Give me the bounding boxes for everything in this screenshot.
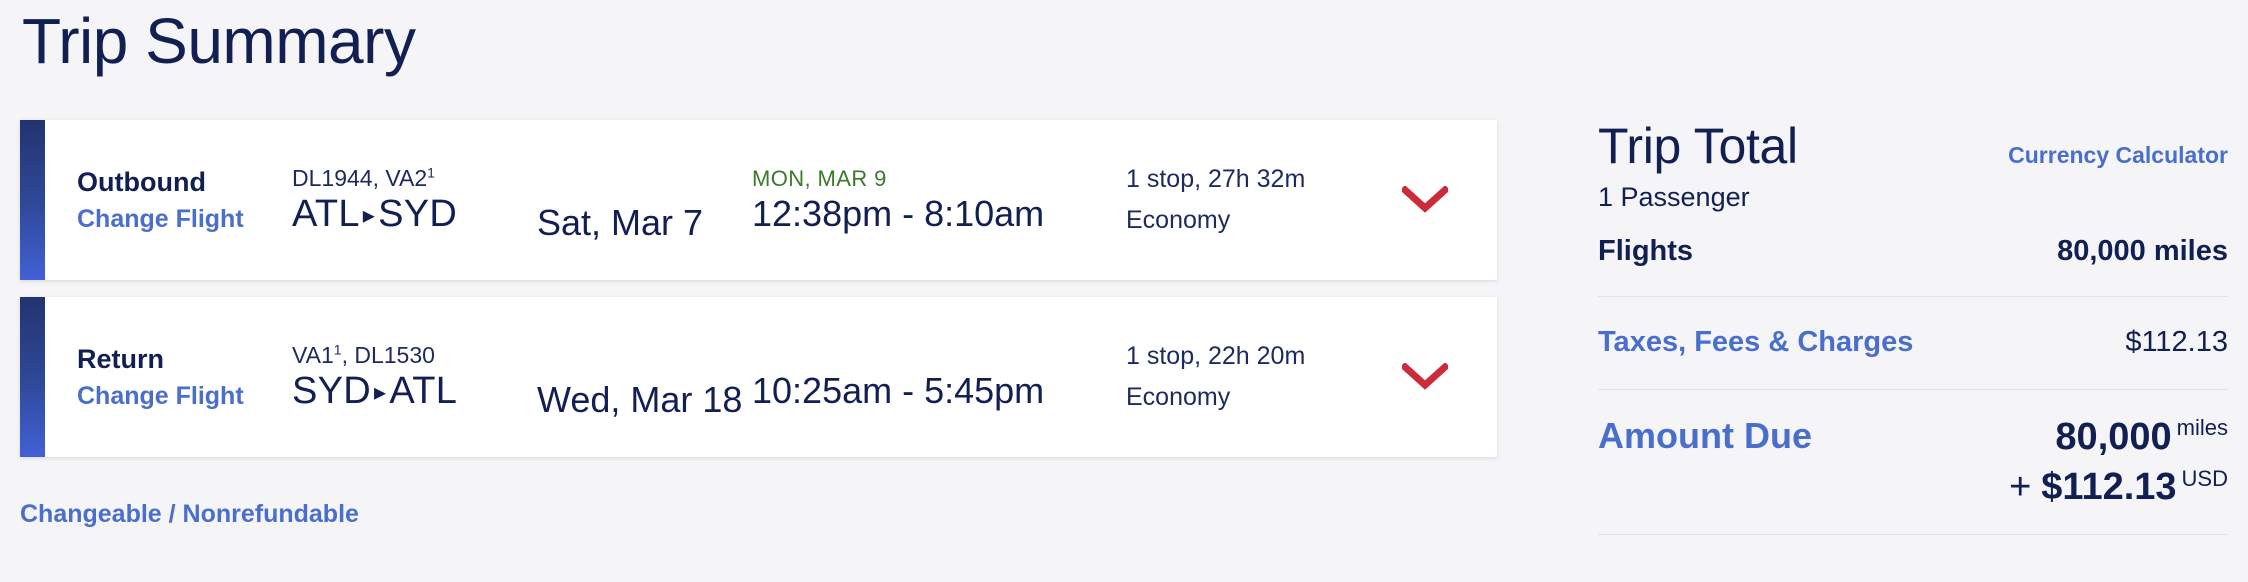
stops-column: 1 stop, 27h 32m Economy xyxy=(1102,167,1402,233)
times-column: MON, MAR 9 12:38pm - 8:10am xyxy=(752,165,1102,234)
flight-numbers-footnote: 1 xyxy=(333,341,342,358)
amount-due-plus-sign: + xyxy=(2009,466,2032,509)
flight-numbers: DL1944, VA21 xyxy=(292,165,537,191)
cabin-class: Economy xyxy=(1126,383,1231,411)
depart-date-column: Wed, Mar 18 xyxy=(537,333,752,421)
expand-details-button[interactable] xyxy=(1402,363,1508,391)
arrival-day-label: MON, MAR 9 xyxy=(752,165,887,191)
origin-airport: SYD xyxy=(292,370,372,413)
flight-numbers-tail: , DL1530 xyxy=(341,341,435,368)
depart-date-column: Sat, Mar 7 xyxy=(537,156,752,244)
flight-direction-label: Return xyxy=(77,343,164,374)
depart-date: Sat, Mar 7 xyxy=(537,202,704,244)
destination-airport: ATL xyxy=(389,370,458,413)
stops-duration: 1 stop, 22h 20m xyxy=(1126,342,1306,370)
direction-column: Return Change Flight xyxy=(77,343,292,409)
stops-duration: 1 stop, 27h 32m xyxy=(1126,165,1306,193)
taxes-row: Taxes, Fees & Charges $112.13 xyxy=(1598,326,2228,359)
trip-total-panel: Trip Total Currency Calculator 1 Passeng… xyxy=(1598,120,2228,535)
flight-numbers-main: VA1 xyxy=(292,341,334,368)
amount-due-cash-unit: USD xyxy=(2181,465,2228,491)
amount-due-miles-unit: miles xyxy=(2176,414,2228,440)
flight-card-return[interactable]: Return Change Flight VA11, DL1530 SYD ▸AT… xyxy=(20,297,1497,457)
taxes-fees-link[interactable]: Taxes, Fees & Charges xyxy=(1598,326,1913,359)
card-accent-bar xyxy=(20,120,45,280)
flight-card-body: Return Change Flight VA11, DL1530 SYD ▸AT… xyxy=(45,297,1508,457)
flight-times: 10:25am - 5:45pm xyxy=(752,369,1045,411)
flight-numbers-footnote: 1 xyxy=(427,164,435,181)
flight-card-outbound[interactable]: Outbound Change Flight DL1944, VA21 ATL ▸… xyxy=(20,120,1497,280)
flight-direction-label: Outbound xyxy=(77,166,206,197)
flights-total-row: Flights 80,000 miles xyxy=(1598,235,2228,268)
flight-card-body: Outbound Change Flight DL1944, VA21 ATL ▸… xyxy=(45,120,1508,280)
origin-airport: ATL xyxy=(292,193,360,236)
change-flight-link[interactable]: Change Flight xyxy=(77,206,292,232)
depart-date: Wed, Mar 18 xyxy=(537,379,743,421)
destination-airport: SYD xyxy=(378,193,458,236)
times-column: 10:25am - 5:45pm xyxy=(752,345,1102,410)
amount-due-cash: + $112.13 USD xyxy=(2009,466,2228,510)
route-column: DL1944, VA21 ATL ▸SYD xyxy=(292,165,537,235)
route-airports: SYD ▸ATL xyxy=(292,370,537,413)
stops-column: 1 stop, 22h 20m Economy xyxy=(1102,344,1402,410)
trip-total-header: Trip Total Currency Calculator xyxy=(1598,120,2228,173)
route-arrow-icon: ▸ xyxy=(374,379,387,407)
flights-total-label: Flights xyxy=(1598,234,1694,267)
divider xyxy=(1598,533,2228,535)
currency-calculator-link[interactable]: Currency Calculator xyxy=(2008,142,2228,169)
route-arrow-icon: ▸ xyxy=(362,202,376,230)
amount-due-label[interactable]: Amount Due xyxy=(1598,415,1812,456)
expand-details-button[interactable] xyxy=(1402,186,1508,214)
taxes-fees-value: $112.13 xyxy=(2125,325,2228,358)
route-column: VA11, DL1530 SYD ▸ATL xyxy=(292,342,537,412)
flight-numbers-main: DL1944, VA2 xyxy=(292,164,428,191)
flights-total-value: 80,000 miles xyxy=(2057,234,2228,267)
chevron-down-icon[interactable] xyxy=(1402,186,1448,214)
amount-due-miles-value: 80,000 xyxy=(2055,415,2172,458)
trip-summary-page: Trip Summary Outbound Change Flight DL19… xyxy=(0,0,2248,582)
card-accent-bar xyxy=(20,297,45,457)
passenger-count: 1 Passenger xyxy=(1598,181,1750,212)
fare-rules-link[interactable]: Changeable / Nonrefundable xyxy=(20,500,359,529)
page-title: Trip Summary xyxy=(22,5,416,77)
divider xyxy=(1598,295,2228,297)
route-airports: ATL ▸SYD xyxy=(292,193,537,236)
flight-cards-list: Outbound Change Flight DL1944, VA21 ATL ▸… xyxy=(20,120,1497,474)
flight-numbers: VA11, DL1530 xyxy=(292,342,537,368)
amount-due-miles: 80,000 miles xyxy=(2009,416,2228,460)
direction-column: Outbound Change Flight xyxy=(77,166,292,232)
amount-due-cash-value: $112.13 xyxy=(2041,466,2177,509)
amount-due-values: 80,000 miles + $112.13 USD xyxy=(2009,416,2228,510)
chevron-down-icon[interactable] xyxy=(1402,363,1448,391)
cabin-class: Economy xyxy=(1126,206,1231,234)
trip-total-title: Trip Total xyxy=(1598,118,1798,174)
change-flight-link[interactable]: Change Flight xyxy=(77,383,292,409)
divider xyxy=(1598,388,2228,390)
flight-times: 12:38pm - 8:10am xyxy=(752,192,1045,234)
amount-due-row: Amount Due 80,000 miles + $112.13 USD xyxy=(1598,415,2228,510)
